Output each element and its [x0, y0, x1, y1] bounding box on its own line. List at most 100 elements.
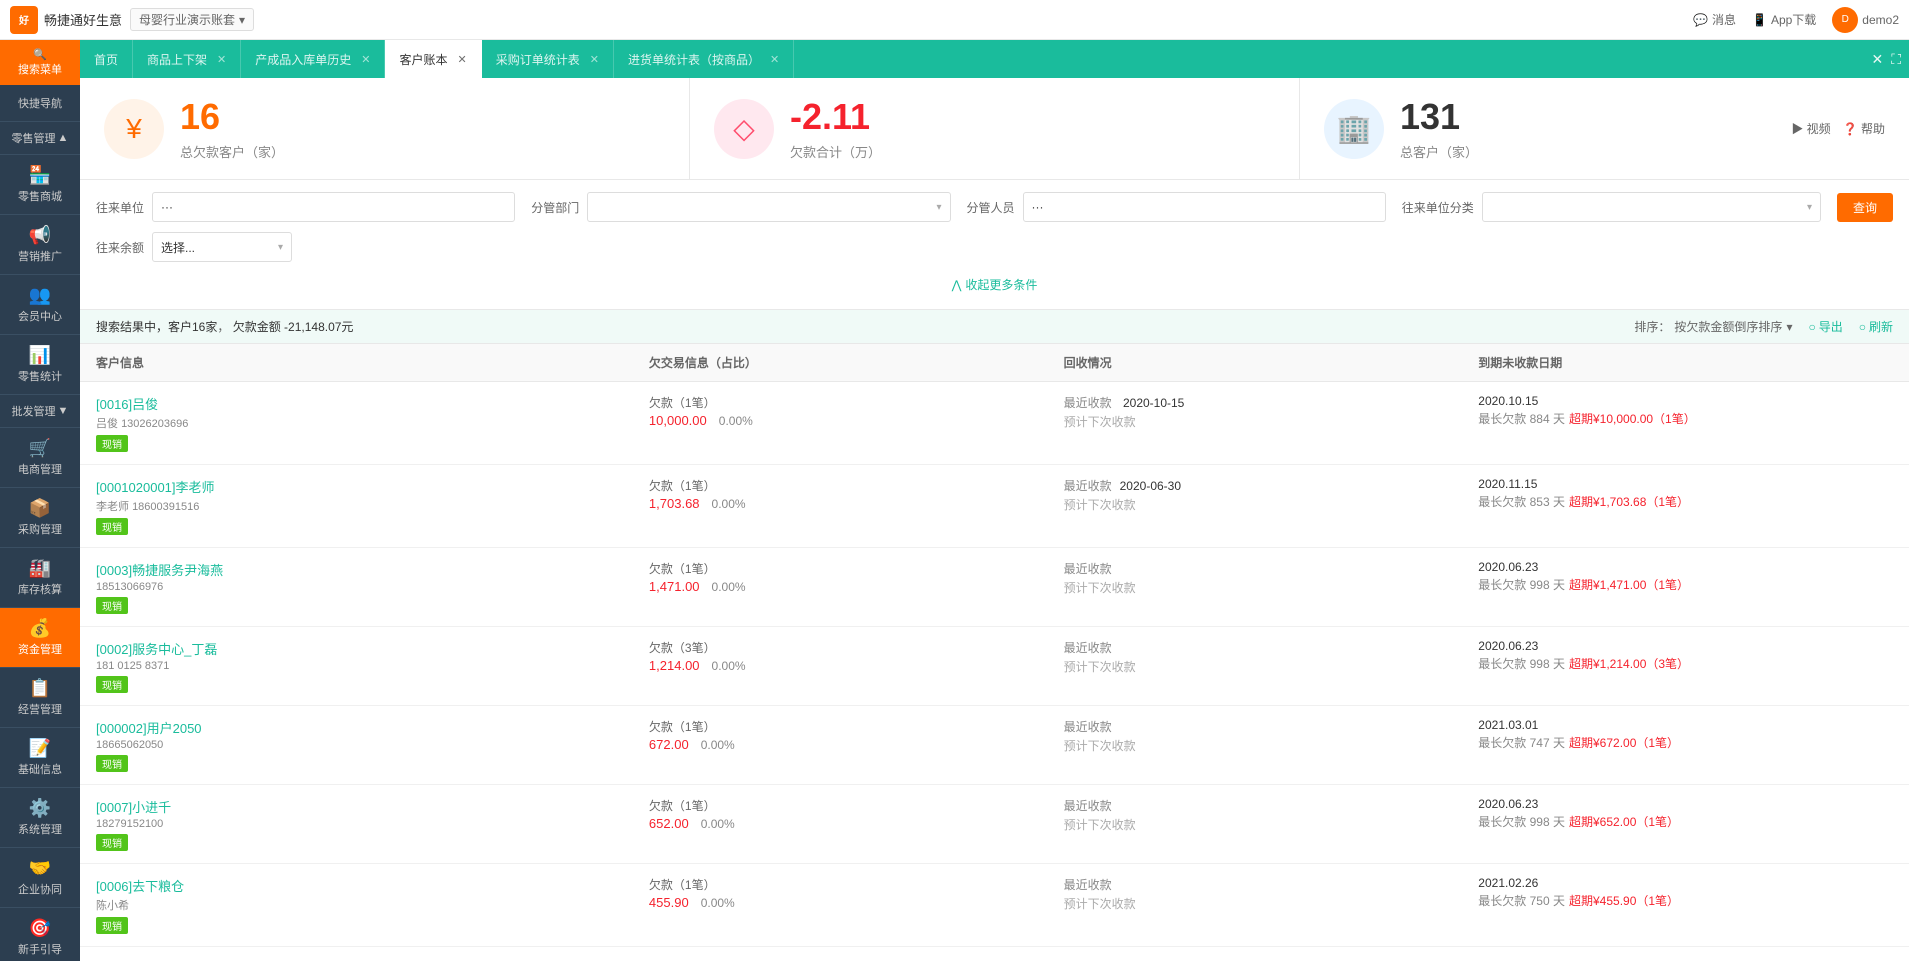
dept-select[interactable]: ▾ [587, 192, 950, 222]
sidebar-search[interactable]: 🔍 搜索菜单 [0, 40, 80, 85]
tab-purchase-stats-close[interactable]: ✕ [590, 53, 599, 66]
customer-name-0[interactable]: [0016]吕俊 [96, 394, 649, 413]
maximize-btn[interactable]: ⛶ [1891, 51, 1901, 68]
debt-amount-value: -2.11 [790, 96, 881, 138]
sidebar-item-guide[interactable]: 🎯 新手引导 [0, 908, 80, 961]
tab-customer-account-close[interactable]: ✕ [458, 53, 467, 66]
message-label: 消息 [1712, 11, 1736, 28]
query-btn[interactable]: 查询 [1837, 193, 1893, 222]
customer-cell-3: [0002]服务中心_丁磊 181 0125 8371 现销 [96, 639, 649, 693]
purchase-icon: 📦 [4, 498, 76, 519]
org-selector[interactable]: 母婴行业演示账套 ▾ [130, 8, 254, 31]
customer-phone-0: 13026203696 [121, 418, 188, 430]
tab-customer-account[interactable]: 客户账本 ✕ [385, 40, 481, 78]
tab-purchase-stats[interactable]: 采购订单统计表 ✕ [482, 40, 614, 78]
col-customer-info: 客户信息 [96, 354, 649, 371]
balance-placeholder: 选择... [161, 239, 195, 256]
customer-cell-1: [0001020001]李老师 李老师 18600391516 现销 [96, 477, 649, 535]
sidebar-item-capital[interactable]: 💰 资金管理 [0, 608, 80, 668]
tab-product-history-close[interactable]: ✕ [361, 53, 370, 66]
sidebar-item-inventory[interactable]: 🏭 库存核算 [0, 548, 80, 608]
tab-product-history-label: 产成品入库单历史 [255, 51, 351, 68]
customer-tag-1: 现销 [96, 518, 128, 535]
tab-bar: 首页 商品上下架 ✕ 产成品入库单历史 ✕ 客户账本 ✕ 采购订单统计表 ✕ 进… [80, 40, 1909, 78]
batch-mgmt-arrow-icon: ▼ [58, 405, 69, 417]
message-btn[interactable]: 💬 消息 [1693, 11, 1736, 28]
balance-select[interactable]: 选择... ▾ [152, 232, 292, 262]
source-unit-ellipsis: ··· [161, 200, 173, 214]
filter-row-2: 往来余额 选择... ▾ [96, 232, 1893, 262]
sort-select[interactable]: 排序： 按欠款金额倒序排序 ▾ [1634, 318, 1792, 335]
video-icon: ▶ [1791, 122, 1803, 136]
sort-value: 按欠款金额倒序排序 [1674, 318, 1782, 335]
overdue-link-0[interactable]: 超期¥10,000.00（1笔） [1569, 410, 1696, 427]
overdue-days-0: 最长欠款 884 天 [1478, 410, 1565, 427]
sort-label: 排序： [1634, 318, 1670, 335]
sidebar-item-ecom[interactable]: 🛒 电商管理 [0, 428, 80, 488]
export-btn[interactable]: ○ 导出 [1808, 318, 1842, 335]
retail-shop-icon: 🏪 [4, 165, 76, 186]
tab-product-offshelf-close[interactable]: ✕ [217, 53, 226, 66]
tab-bar-actions: ✕ ⛶ [1863, 40, 1909, 78]
filter-dept: 分管部门 ▾ [531, 192, 950, 222]
retail-mgmt-label: 零售管理 [12, 130, 56, 146]
sidebar-item-retail-mgmt[interactable]: 零售管理 ▲ [0, 122, 80, 155]
close-all-tabs-btn[interactable]: ✕ [1871, 51, 1883, 68]
sidebar-item-retail-shop[interactable]: 🏪 零售商城 [0, 155, 80, 215]
refresh-btn[interactable]: ○ 刷新 [1859, 318, 1893, 335]
source-unit-input[interactable]: ··· [152, 192, 515, 222]
debt-customers-icon: ¥ [104, 99, 164, 159]
enterprise-icon: 🤝 [4, 858, 76, 879]
retail-mgmt-arrow-icon: ▲ [58, 132, 69, 144]
avatar: D [1832, 7, 1858, 33]
collapse-btn[interactable]: ⋀ 收起更多条件 [96, 272, 1893, 297]
sidebar-item-retail-stats[interactable]: 📊 零售统计 [0, 335, 80, 395]
sidebar-item-basic-info[interactable]: 📝 基础信息 [0, 728, 80, 788]
sidebar-item-batch-mgmt[interactable]: 批发管理 ▼ [0, 395, 80, 428]
balance-arrow-icon: ▾ [278, 242, 283, 253]
avatar-initials: D [1842, 14, 1849, 25]
sidebar-item-member[interactable]: 👥 会员中心 [0, 275, 80, 335]
tab-product-history[interactable]: 产成品入库单历史 ✕ [241, 40, 385, 78]
due-cell-0: 2020.10.15 最长欠款 884 天 超期¥10,000.00（1笔） [1478, 394, 1893, 427]
debt-customers-info: 16 总欠款客户（家） [180, 96, 284, 161]
customer-tag-0: 现销 [96, 435, 128, 452]
stat-card-debt-customers: ¥ 16 总欠款客户（家） [80, 78, 690, 179]
source-unit-label: 往来单位 [96, 199, 144, 216]
help-btn[interactable]: ❓ 帮助 [1843, 120, 1885, 137]
person-input[interactable]: ··· [1023, 192, 1386, 222]
sidebar-item-marketing[interactable]: 📢 营销推广 [0, 215, 80, 275]
member-icon: 👥 [4, 285, 76, 306]
sidebar-item-enterprise[interactable]: 🤝 企业协同 [0, 848, 80, 908]
main: 首页 商品上下架 ✕ 产成品入库单历史 ✕ 客户账本 ✕ 采购订单统计表 ✕ 进… [80, 40, 1909, 961]
tab-product-offshelf[interactable]: 商品上下架 ✕ [133, 40, 241, 78]
filter-source-unit: 往来单位 ··· [96, 192, 515, 222]
sidebar-item-nav[interactable]: 快捷导航 [0, 85, 80, 122]
capital-icon: 💰 [4, 618, 76, 639]
content: ¥ 16 总欠款客户（家） ◇ -2.11 欠款合计（万） 🏢 [80, 78, 1909, 961]
tab-purchase-product-stats-label: 进货单统计表（按商品） [628, 51, 760, 68]
tab-purchase-product-stats-close[interactable]: ✕ [770, 53, 779, 66]
message-icon: 💬 [1693, 13, 1708, 27]
sidebar-item-purchase[interactable]: 📦 采购管理 [0, 488, 80, 548]
tab-home[interactable]: 首页 [80, 40, 133, 78]
tab-purchase-product-stats[interactable]: 进货单统计表（按商品） ✕ [614, 40, 794, 78]
sidebar-item-operation[interactable]: 📋 经营管理 [0, 668, 80, 728]
customer-cell-2: [0003]畅捷服务尹海燕 18513066976 现销 [96, 560, 649, 614]
debt-label-1: 欠款（1笔） [649, 477, 716, 494]
org-arrow-icon: ▾ [239, 13, 245, 27]
unit-category-label: 往来单位分类 [1402, 199, 1474, 216]
user-btn[interactable]: D demo2 [1832, 7, 1899, 33]
app-download-btn[interactable]: 📱 App下载 [1752, 11, 1816, 28]
recovery-cell-1: 最近收款2020-06-30 预计下次收款 [1064, 477, 1479, 513]
customer-name-1[interactable]: [0001020001]李老师 [96, 477, 649, 496]
debt-amount-1: 1,703.68 [649, 496, 700, 511]
unit-category-select[interactable]: ▾ [1482, 192, 1821, 222]
debt-customers-value: 16 [180, 96, 284, 138]
recovery-cell-0: 最近收款 2020-10-15 预计下次收款 [1064, 394, 1479, 430]
tab-customer-account-label: 客户账本 [399, 51, 447, 68]
video-btn[interactable]: ▶ 视频 [1791, 120, 1830, 137]
recovery-date-0: 2020-10-15 [1123, 396, 1184, 410]
sidebar-item-system[interactable]: ⚙️ 系统管理 [0, 788, 80, 848]
dept-arrow-icon: ▾ [936, 202, 941, 213]
